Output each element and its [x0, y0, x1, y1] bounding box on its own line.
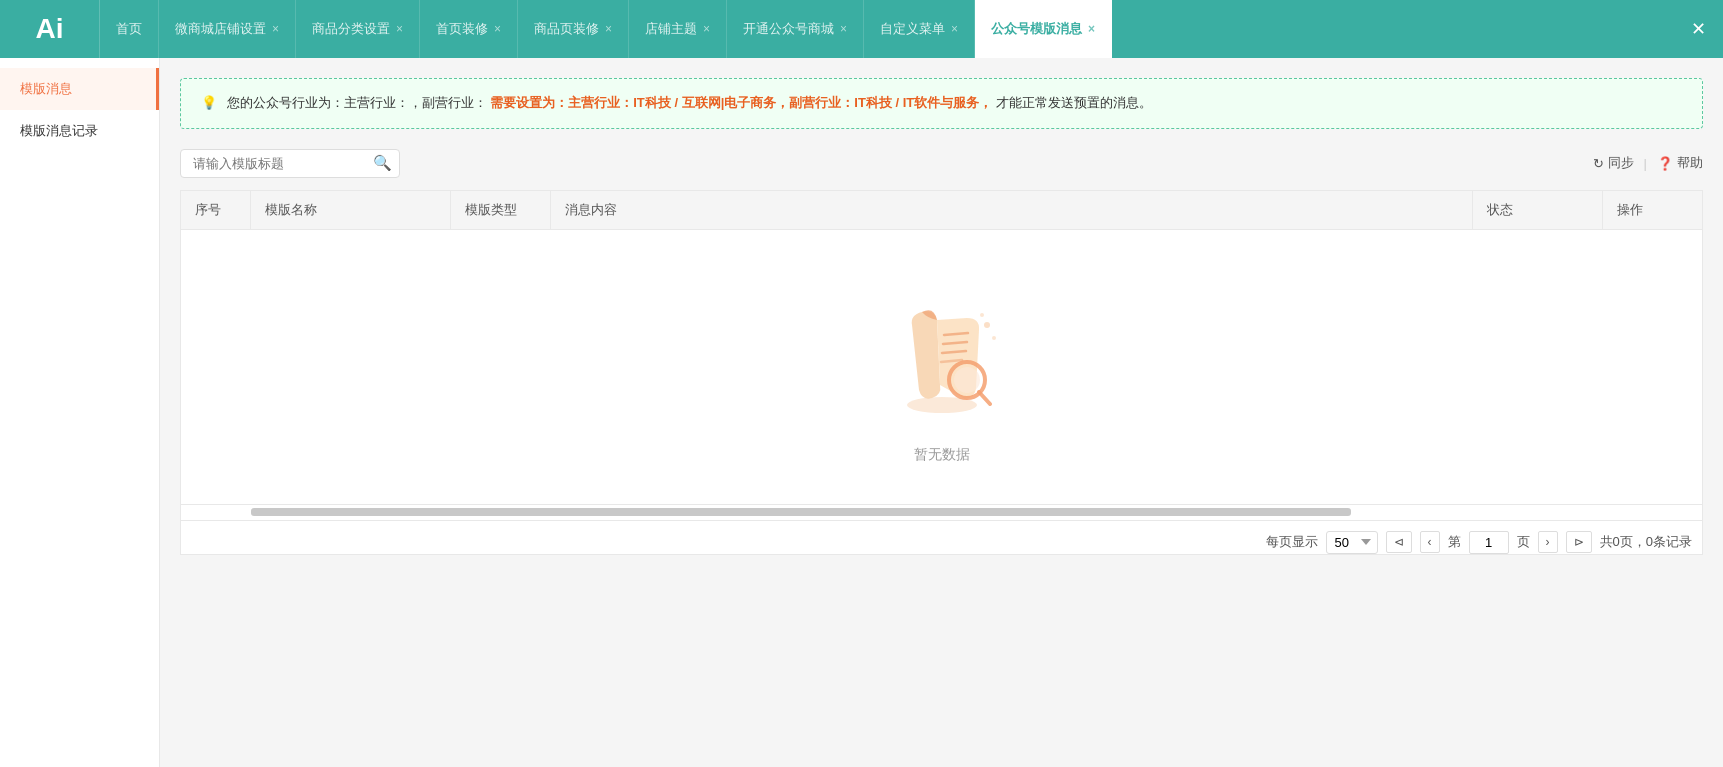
page-input[interactable]	[1469, 531, 1509, 554]
next-page-button[interactable]: ›	[1538, 531, 1558, 553]
sync-icon: ↻	[1593, 156, 1604, 171]
tab-item-2[interactable]: 商品分类设置×	[296, 0, 420, 58]
horizontal-scrollbar[interactable]	[180, 505, 1703, 521]
tab-item-5[interactable]: 店铺主题×	[629, 0, 727, 58]
sync-button[interactable]: ↻ 同步	[1593, 154, 1634, 172]
tab-item-3[interactable]: 首页装修×	[420, 0, 518, 58]
tab-item-0[interactable]: 首页	[100, 0, 159, 58]
svg-point-10	[980, 313, 984, 317]
page-label: 第	[1448, 533, 1461, 551]
help-icon: ❓	[1657, 156, 1673, 171]
tab-close-2[interactable]: ×	[396, 22, 403, 36]
tab-list: 首页微商城店铺设置×商品分类设置×首页装修×商品页装修×店铺主题×开通公众号商城…	[100, 0, 1673, 58]
tab-item-4[interactable]: 商品页装修×	[518, 0, 629, 58]
search-right: ↻ 同步 | ❓ 帮助	[1593, 154, 1703, 172]
svg-point-6	[954, 367, 980, 393]
page-size-select[interactable]: 50 20 100	[1326, 531, 1378, 554]
window-close-button[interactable]: ✕	[1673, 0, 1723, 58]
table-header-row: 序号 模版名称 模版类型 消息内容 状态 操作	[181, 190, 1703, 229]
col-action: 操作	[1603, 190, 1703, 229]
col-name: 模版名称	[251, 190, 451, 229]
tab-item-8[interactable]: 公众号模版消息×	[975, 0, 1112, 58]
tab-close-6[interactable]: ×	[840, 22, 847, 36]
tab-close-7[interactable]: ×	[951, 22, 958, 36]
divider: |	[1644, 156, 1647, 171]
tab-item-6[interactable]: 开通公众号商城×	[727, 0, 864, 58]
search-left: 🔍	[180, 149, 400, 178]
content-area: 💡 您的公众号行业为：主营行业：，副营行业： 需要设置为：主营行业：IT科技 /…	[160, 58, 1723, 767]
tab-item-7[interactable]: 自定义菜单×	[864, 0, 975, 58]
scrollbar-thumb[interactable]	[251, 508, 1351, 516]
bulb-icon: 💡	[201, 95, 217, 110]
tab-close-3[interactable]: ×	[494, 22, 501, 36]
sidebar-item-template-message-records[interactable]: 模版消息记录	[0, 110, 159, 152]
search-button[interactable]: 🔍	[373, 154, 392, 172]
first-page-button[interactable]: ⊲	[1386, 531, 1412, 553]
col-type: 模版类型	[451, 190, 551, 229]
page-size-label: 每页显示	[1266, 533, 1318, 551]
svg-point-8	[984, 322, 990, 328]
last-page-button[interactable]: ⊳	[1566, 531, 1592, 553]
tab-item-1[interactable]: 微商城店铺设置×	[159, 0, 296, 58]
notice-prefix: 您的公众号行业为：主营行业：，副营行业：	[227, 95, 487, 110]
empty-state: 暂无数据	[180, 230, 1703, 505]
notice-banner: 💡 您的公众号行业为：主营行业：，副营行业： 需要设置为：主营行业：IT科技 /…	[180, 78, 1703, 129]
search-input[interactable]	[180, 149, 400, 178]
search-bar: 🔍 ↻ 同步 | ❓ 帮助	[180, 149, 1703, 178]
notice-highlight: 需要设置为：主营行业：IT科技 / 互联网|电子商务，副营行业：IT科技 / I…	[490, 95, 992, 110]
tab-close-1[interactable]: ×	[272, 22, 279, 36]
sidebar-item-template-message[interactable]: 模版消息	[0, 68, 159, 110]
brand-logo: Ai	[0, 0, 100, 58]
prev-page-button[interactable]: ‹	[1420, 531, 1440, 553]
svg-line-7	[979, 392, 990, 404]
pagination: 每页显示 50 20 100 ⊲ ‹ 第 页 › ⊳ 共0页，0条记录	[180, 521, 1703, 555]
svg-point-9	[992, 336, 996, 340]
col-status: 状态	[1473, 190, 1603, 229]
data-table: 序号 模版名称 模版类型 消息内容 状态 操作	[180, 190, 1703, 230]
topbar: Ai 首页微商城店铺设置×商品分类设置×首页装修×商品页装修×店铺主题×开通公众…	[0, 0, 1723, 58]
tab-close-8[interactable]: ×	[1088, 22, 1095, 36]
total-info: 共0页，0条记录	[1600, 533, 1692, 551]
help-button[interactable]: ❓ 帮助	[1657, 154, 1703, 172]
empty-text: 暂无数据	[914, 446, 970, 464]
page-unit: 页	[1517, 533, 1530, 551]
tab-close-4[interactable]: ×	[605, 22, 612, 36]
main-layout: 模版消息 模版消息记录 💡 您的公众号行业为：主营行业：，副营行业： 需要设置为…	[0, 58, 1723, 767]
col-index: 序号	[181, 190, 251, 229]
search-input-wrap: 🔍	[180, 149, 400, 178]
sidebar: 模版消息 模版消息记录	[0, 58, 160, 767]
empty-illustration	[872, 290, 1012, 430]
notice-suffix: 才能正常发送预置的消息。	[996, 95, 1152, 110]
col-content: 消息内容	[551, 190, 1473, 229]
tab-close-5[interactable]: ×	[703, 22, 710, 36]
